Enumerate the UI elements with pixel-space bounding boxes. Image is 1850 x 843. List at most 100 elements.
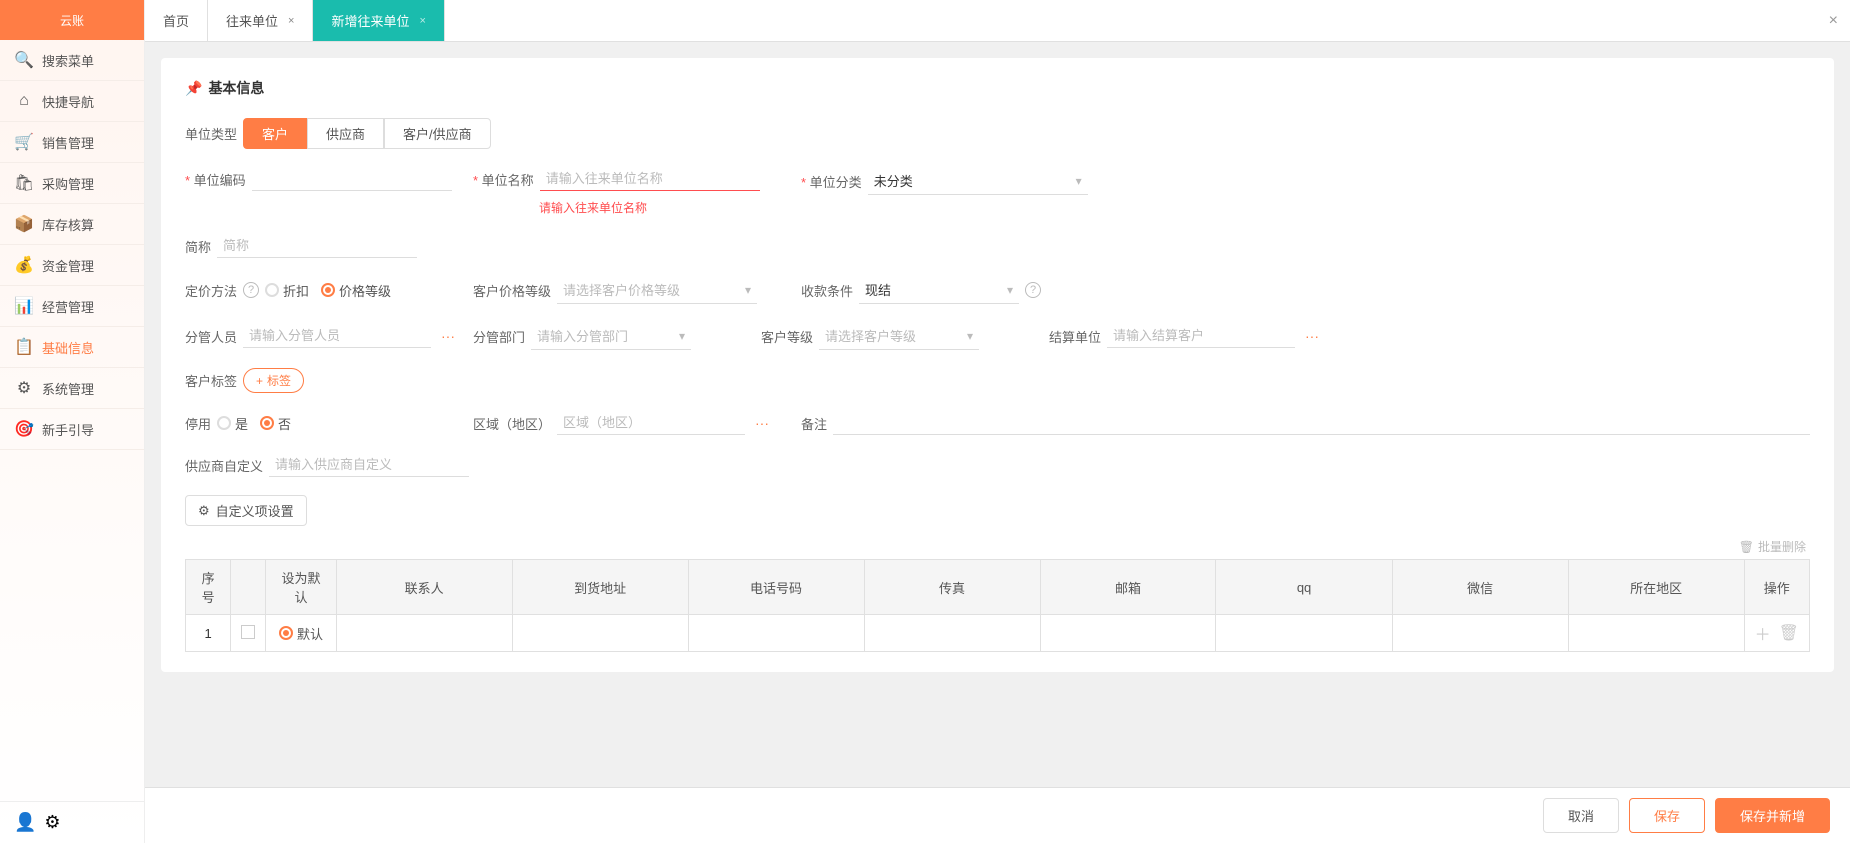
system-icon: ⚙ <box>14 378 34 398</box>
customer-level-select[interactable]: 请选择客户等级 ▾ <box>819 322 979 350</box>
gear-icon: ⚙ <box>198 503 210 519</box>
add-tag-btn[interactable]: + 标签 <box>243 368 304 393</box>
col-qq: qq <box>1216 560 1392 615</box>
sidebar-item-label: 经营管理 <box>42 297 94 316</box>
tab-close-all[interactable]: × <box>1817 0 1850 41</box>
row-region-input[interactable] <box>1579 626 1734 641</box>
code-name-row: 单位编码 000009 单位名称 请输入往来单位名称 单位分类 未分类 <box>185 167 1810 216</box>
tab-home[interactable]: 首页 <box>145 0 208 41</box>
manager-more-btn[interactable]: ··· <box>437 328 459 344</box>
supplier-custom-label: 供应商自定义 <box>185 456 263 475</box>
unit-type-both[interactable]: 客户/供应商 <box>384 118 491 149</box>
sidebar-item-purchase[interactable]: 🛍 采购管理 <box>0 163 144 204</box>
sidebar-item-label: 库存核算 <box>42 215 94 234</box>
inventory-icon: 📦 <box>14 214 34 234</box>
batch-delete-btn[interactable]: 🗑 批量删除 <box>1739 538 1806 555</box>
unit-type-customer[interactable]: 客户 <box>243 118 307 149</box>
tab-contacts-close[interactable]: × <box>288 15 294 27</box>
row-qq[interactable] <box>1216 615 1392 652</box>
row-region[interactable] <box>1568 615 1744 652</box>
save-new-button[interactable]: 保存并新增 <box>1715 798 1830 833</box>
unit-code-field: 单位编码 000009 <box>185 167 465 191</box>
tags-row: 客户标签 + 标签 <box>185 368 1810 393</box>
sidebar-item-guide[interactable]: 🎯 新手引导 <box>0 409 144 450</box>
pricing-radio-discount[interactable]: 折扣 <box>265 281 309 300</box>
table-row: 1 默认 <box>186 615 1810 652</box>
row-contact[interactable] <box>336 615 512 652</box>
sidebar-item-operations[interactable]: 📊 经营管理 <box>0 286 144 327</box>
content-area: 📌 基本信息 单位类型 客户 供应商 客户/供应商 单位编码 0 <box>145 42 1850 787</box>
unit-name-error: 请输入往来单位名称 <box>539 199 647 216</box>
settlement-more-btn[interactable]: ··· <box>1301 328 1323 344</box>
tags-label: 客户标签 <box>185 371 237 390</box>
row-fax[interactable] <box>864 615 1040 652</box>
department-select[interactable]: 请输入分管部门 ▾ <box>531 322 691 350</box>
row-default-radio[interactable]: 默认 <box>276 624 325 643</box>
row-wechat[interactable] <box>1392 615 1568 652</box>
unit-code-input[interactable]: 000009 <box>252 167 452 191</box>
row-phone[interactable] <box>688 615 864 652</box>
sidebar-item-system[interactable]: ⚙ 系统管理 <box>0 368 144 409</box>
manager-field: 分管人员 ··· <box>185 324 465 348</box>
disabled-row: 停用 是 否 区域（地区） ··· <box>185 411 1810 435</box>
basic-info-card: 📌 基本信息 单位类型 客户 供应商 客户/供应商 单位编码 0 <box>161 58 1834 672</box>
sidebar-logo: 云账 <box>0 0 144 40</box>
disabled-yes-label: 是 <box>235 414 248 433</box>
short-name-input[interactable] <box>217 234 417 258</box>
sidebar-item-search[interactable]: 🔍 搜索菜单 <box>0 40 144 81</box>
tab-new-contact-close[interactable]: × <box>419 15 425 27</box>
sidebar-item-basic-info[interactable]: 📋 基础信息 <box>0 327 144 368</box>
payment-terms-select[interactable]: 现结 ▾ <box>859 276 1019 304</box>
section-title-text: 基本信息 <box>208 78 264 98</box>
row-wechat-input[interactable] <box>1403 626 1558 641</box>
tab-contacts[interactable]: 往来单位 × <box>208 0 313 41</box>
disabled-no[interactable]: 否 <box>260 414 291 433</box>
sidebar-item-label: 资金管理 <box>42 256 94 275</box>
col-email: 邮箱 <box>1040 560 1216 615</box>
customer-price-select[interactable]: 请选择客户价格等级 ▾ <box>557 276 757 304</box>
unit-category-select[interactable]: 未分类 ▾ <box>868 167 1088 195</box>
settings-icon[interactable]: ⚙ <box>44 812 60 833</box>
row-checkbox[interactable] <box>241 625 255 639</box>
unit-name-input-wrap <box>540 167 760 191</box>
unit-type-supplier[interactable]: 供应商 <box>307 118 384 149</box>
row-address-input[interactable] <box>523 626 678 641</box>
row-contact-input[interactable] <box>347 626 502 641</box>
sidebar-item-label: 销售管理 <box>42 133 94 152</box>
pricing-help-icon[interactable]: ? <box>243 282 259 298</box>
sidebar-item-quick-nav[interactable]: ⌂ 快捷导航 <box>0 81 144 122</box>
tab-contacts-label: 往来单位 <box>226 11 278 30</box>
custom-settings-btn[interactable]: ⚙ 自定义项设置 <box>185 495 307 526</box>
region-more-btn[interactable]: ··· <box>751 415 773 431</box>
row-email[interactable] <box>1040 615 1216 652</box>
region-input[interactable] <box>557 411 745 435</box>
operations-icon: 📊 <box>14 296 34 316</box>
pricing-radio-level[interactable]: 价格等级 <box>321 281 391 300</box>
manager-input[interactable] <box>243 324 431 348</box>
region-field: 区域（地区） ··· <box>473 411 793 435</box>
row-email-input[interactable] <box>1051 626 1206 641</box>
tab-new-contact[interactable]: 新增往来单位 × <box>313 0 444 41</box>
unit-name-input[interactable] <box>540 167 760 191</box>
disabled-yes[interactable]: 是 <box>217 414 248 433</box>
payment-help-icon[interactable]: ? <box>1025 282 1041 298</box>
supplier-custom-input[interactable] <box>269 453 469 477</box>
row-fax-input[interactable] <box>875 626 1030 641</box>
sidebar-item-finance[interactable]: 💰 资金管理 <box>0 245 144 286</box>
pricing-method-label: 定价方法 <box>185 281 237 300</box>
row-address[interactable] <box>512 615 688 652</box>
add-row-icon[interactable]: ＋ <box>1755 621 1771 645</box>
save-button[interactable]: 保存 <box>1629 798 1705 833</box>
delete-row-icon[interactable]: 🗑 <box>1779 623 1799 643</box>
settlement-input[interactable] <box>1107 324 1295 348</box>
unit-type-label: 单位类型 <box>185 124 237 143</box>
footer: 取消 保存 保存并新增 <box>145 787 1850 843</box>
row-qq-input[interactable] <box>1226 626 1381 641</box>
sidebar-item-sales[interactable]: 🛒 销售管理 <box>0 122 144 163</box>
sidebar-bottom: 👤 ⚙ <box>0 801 144 843</box>
search-icon: 🔍 <box>14 50 34 70</box>
cancel-button[interactable]: 取消 <box>1543 798 1619 833</box>
sidebar-item-inventory[interactable]: 📦 库存核算 <box>0 204 144 245</box>
row-phone-input[interactable] <box>699 626 854 641</box>
remarks-input[interactable] <box>833 411 1810 435</box>
